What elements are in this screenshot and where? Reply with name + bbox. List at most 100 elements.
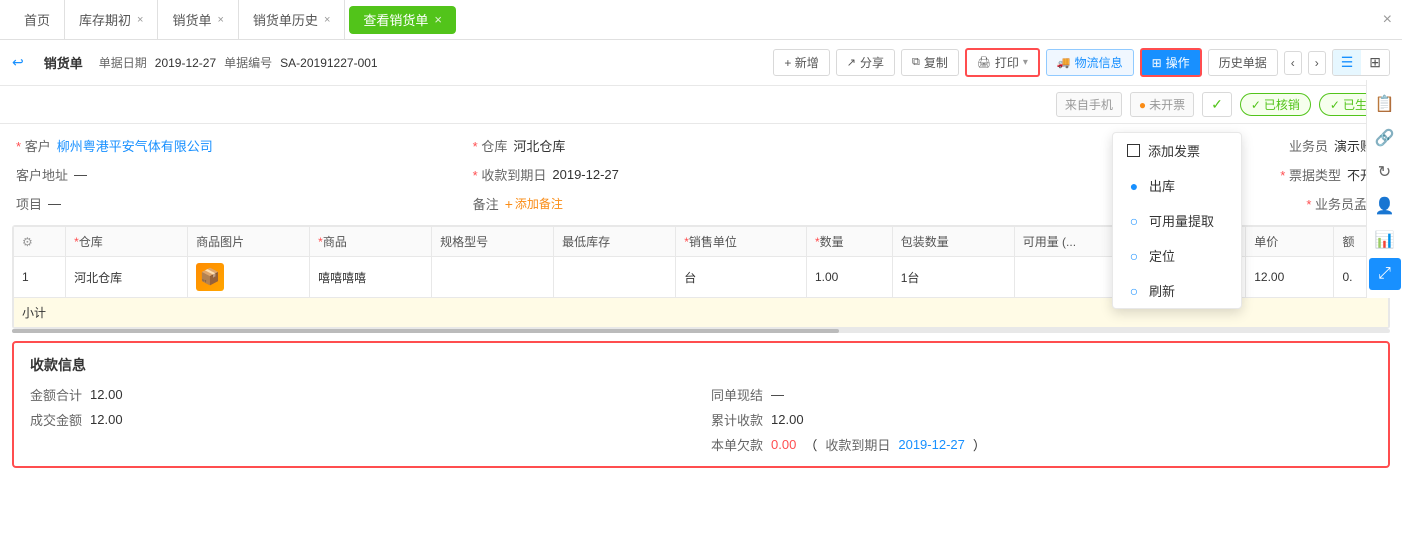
available-qty-icon: ○: [1127, 214, 1141, 228]
note-field: 备注 + 添加备注: [473, 194, 930, 213]
not-open-button[interactable]: ● 未开票: [1130, 92, 1194, 117]
history-button[interactable]: 历史单据: [1208, 49, 1278, 76]
doc-actions: + 新增 ↗ 分享 ⧉ 复制 🖨 打印 ▾ 🚚 物流信息: [773, 48, 1390, 77]
col-quantity: *数量: [806, 227, 892, 257]
tab-sales-order[interactable]: 销货单 ×: [158, 0, 238, 40]
address-value: —: [74, 167, 87, 182]
sidebar-icon-5[interactable]: 📊: [1369, 224, 1401, 256]
dropdown-ship-out[interactable]: ● 出库: [1113, 168, 1241, 203]
from-phone-button[interactable]: 来自手机: [1056, 92, 1122, 117]
add-invoice-icon: [1127, 144, 1140, 157]
tab-close-inventory[interactable]: ×: [137, 14, 143, 26]
scroll-indicator[interactable]: [12, 329, 1390, 333]
col-settings: ⚙: [14, 227, 66, 257]
share-button[interactable]: ↗ 分享: [836, 49, 895, 76]
customer-value[interactable]: 柳州粤港平安气体有限公司: [57, 136, 213, 155]
cell-warehouse: 河北仓库: [66, 257, 188, 298]
tab-view-sales[interactable]: 查看销货单 ×: [349, 6, 456, 34]
tab-bar: 首页 库存期初 × 销货单 × 销货单历史 × 查看销货单 × ×: [0, 0, 1402, 40]
tab-sales-history[interactable]: 销货单历史 ×: [239, 0, 345, 40]
settings-icon[interactable]: ⚙: [22, 235, 33, 249]
payment-grid: 金额合计 12.00 同单现结 — 成交金额 12.00 累计收款 12.00 …: [30, 385, 1372, 454]
customer-field: * 客户 柳州粤港平安气体有限公司: [16, 136, 473, 155]
print-button[interactable]: 🖨 打印 ▾: [965, 48, 1040, 77]
total-amount-item: 金额合计 12.00: [30, 385, 691, 404]
view-toggle: ☰ ⊞: [1332, 49, 1390, 76]
outstanding-value: 0.00: [771, 437, 796, 452]
project-field: 项目 —: [16, 194, 473, 213]
sidebar-icon-3[interactable]: ↻: [1369, 156, 1401, 188]
doc-title-area: ↩ 销货单 单据日期 2019-12-27 单据编号 SA-20191227-0…: [12, 53, 773, 72]
warehouse-value: 河北仓库: [513, 136, 565, 155]
dropdown-refresh[interactable]: ○ 刷新: [1113, 273, 1241, 308]
cell-product-img: 📦: [188, 257, 310, 298]
cell-seq: 1: [14, 257, 66, 298]
settlement-value: —: [771, 387, 784, 402]
warehouse-field: * 仓库 河北仓库: [473, 136, 930, 155]
dropdown-locate[interactable]: ○ 定位: [1113, 238, 1241, 273]
col-spec: 规格型号: [432, 227, 554, 257]
cell-quantity: 1.00: [806, 257, 892, 298]
payment-date-value: 2019-12-27: [552, 167, 619, 182]
right-sidebar: 📋 🔗 ↻ 👤 📊 ⤢: [1366, 80, 1402, 298]
refresh-icon: ○: [1127, 284, 1141, 298]
col-min-stock: 最低库存: [554, 227, 676, 257]
sidebar-icon-4[interactable]: 👤: [1369, 190, 1401, 222]
settlement-item: 同单现结 —: [711, 385, 1372, 404]
logistics-button[interactable]: 🚚 物流信息: [1046, 49, 1134, 76]
locate-icon: ○: [1127, 249, 1141, 263]
check-icon-button[interactable]: ✓: [1202, 92, 1232, 117]
cumulative-value: 12.00: [771, 412, 804, 427]
doc-meta: 单据日期 2019-12-27 单据编号 SA-20191227-001: [99, 54, 378, 71]
col-unit: *销售单位: [676, 227, 807, 257]
new-button[interactable]: + 新增: [773, 49, 829, 76]
project-value: —: [48, 196, 61, 211]
col-unit-price: 单价: [1246, 227, 1334, 257]
transaction-item: 成交金额 12.00: [30, 410, 691, 429]
ship-out-icon: ●: [1127, 179, 1141, 193]
view-grid-button[interactable]: ⊞: [1361, 50, 1389, 75]
sidebar-icon-2[interactable]: 🔗: [1369, 122, 1401, 154]
payment-title: 收款信息: [30, 355, 1372, 375]
nav-next-button[interactable]: ›: [1308, 51, 1326, 75]
col-warehouse: *仓库: [66, 227, 188, 257]
dropdown-menu: 添加发票 ● 出库 ○ 可用量提取 ○ 定位 ○ 刷新: [1112, 132, 1242, 309]
due-date-value: 2019-12-27: [898, 437, 965, 452]
copy-button[interactable]: ⧉ 复制: [901, 49, 959, 76]
cumulative-item: 累计收款 12.00: [711, 410, 1372, 429]
payment-date-field: * 收款到期日 2019-12-27: [473, 165, 930, 184]
col-product: *商品: [310, 227, 432, 257]
tab-close-view-sales[interactable]: ×: [434, 12, 442, 27]
sub-toolbar: 来自手机 ● 未开票 ✓ ✓ 已核销 ✓ 已生效: [0, 86, 1402, 124]
add-note-button[interactable]: + 添加备注: [505, 195, 563, 212]
view-list-button[interactable]: ☰: [1333, 50, 1362, 75]
sidebar-icon-6[interactable]: ⤢: [1369, 258, 1401, 290]
cell-spec: [432, 257, 554, 298]
sidebar-icon-1[interactable]: 📋: [1369, 88, 1401, 120]
doc-type-label: 销货单: [44, 53, 83, 72]
scroll-thumb: [12, 329, 839, 333]
doc-icon: ↩: [12, 54, 24, 71]
operate-button[interactable]: ⊞ 操作: [1140, 48, 1202, 77]
cell-unit: 台: [676, 257, 807, 298]
dropdown-add-invoice[interactable]: 添加发票: [1113, 133, 1241, 168]
address-field: 客户地址 —: [16, 165, 473, 184]
tab-close-sales-order[interactable]: ×: [217, 14, 223, 26]
tab-bar-close[interactable]: ×: [1383, 11, 1392, 29]
col-pack-qty: 包装数量: [892, 227, 1014, 257]
nav-prev-button[interactable]: ‹: [1284, 51, 1302, 75]
cell-min-stock: [554, 257, 676, 298]
dropdown-available-qty[interactable]: ○ 可用量提取: [1113, 203, 1241, 238]
tab-inventory-init[interactable]: 库存期初 ×: [65, 0, 158, 40]
cell-pack-qty: 1台: [892, 257, 1014, 298]
tab-close-sales-history[interactable]: ×: [324, 14, 330, 26]
tab-home[interactable]: 首页: [10, 0, 65, 40]
payment-box: 收款信息 金额合计 12.00 同单现结 — 成交金额 12.00 累计收款 1…: [12, 341, 1390, 468]
product-image: 📦: [196, 263, 224, 291]
sold-badge: ✓ 已核销: [1240, 93, 1311, 116]
cell-unit-price: 12.00: [1246, 257, 1334, 298]
main-content: ↩ 销货单 单据日期 2019-12-27 单据编号 SA-20191227-0…: [0, 40, 1402, 533]
total-amount-value: 12.00: [90, 387, 123, 402]
cell-product: 嘻嘻嘻嘻: [310, 257, 432, 298]
doc-header: ↩ 销货单 单据日期 2019-12-27 单据编号 SA-20191227-0…: [0, 40, 1402, 86]
